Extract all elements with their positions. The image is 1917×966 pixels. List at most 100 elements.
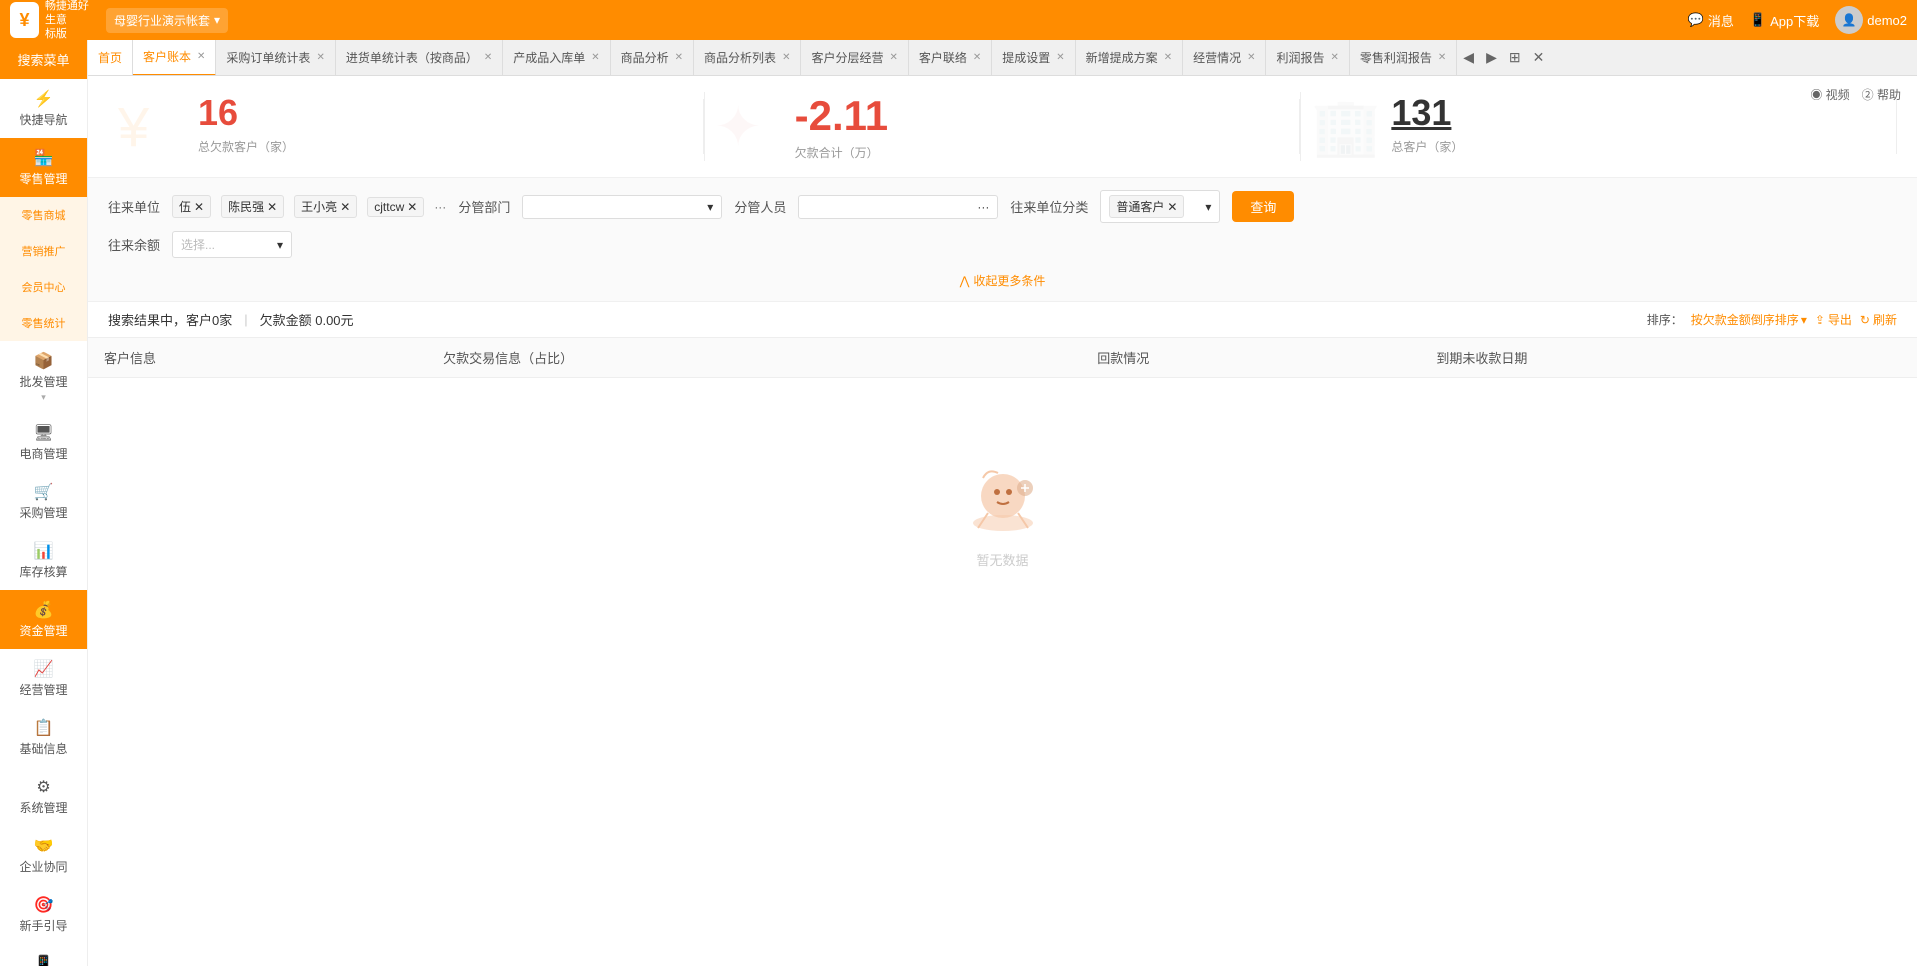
sidebar-item-app-center[interactable]: 📱 应用中心 <box>0 944 87 966</box>
tab-customer-layer-close[interactable]: ✕ <box>889 52 897 63</box>
refresh-icon: ↻ <box>1860 313 1870 327</box>
tab-profit-report[interactable]: 利润报告 ✕ <box>1266 40 1349 76</box>
sort-button[interactable]: 按欠款金额倒序排序 ▾ <box>1691 311 1807 328</box>
sidebar-item-finance[interactable]: 💰 资金管理 <box>0 590 87 649</box>
sidebar-sub-retail-stat[interactable]: 零售统计 <box>0 305 87 341</box>
tab-customer-layer[interactable]: 客户分层经营 ✕ <box>801 40 908 76</box>
tab-business-status-close[interactable]: ✕ <box>1247 52 1255 63</box>
tab-scroll-left[interactable]: ◀ <box>1457 40 1480 76</box>
tab-purchase-order-close[interactable]: ✕ <box>316 52 324 63</box>
tab-customer-contact-label: 客户联络 <box>919 49 967 66</box>
sidebar-search[interactable]: 搜索菜单 <box>0 40 87 79</box>
sidebar-sub-mall[interactable]: 零售商城 <box>0 197 87 233</box>
tab-purchase-order[interactable]: 采购订单统计表 ✕ <box>216 40 335 76</box>
sidebar-item-retail[interactable]: 🏪 零售管理 <box>0 138 87 197</box>
tag-wu[interactable]: 伍 ✕ <box>172 195 211 218</box>
person-selector[interactable]: ··· <box>798 195 998 219</box>
tab-customer-contact[interactable]: 客户联络 ✕ <box>909 40 992 76</box>
unit-class-selector[interactable]: 普通客户 ✕ ▾ <box>1100 190 1220 223</box>
tab-purchase-stat[interactable]: 进货单统计表（按商品） ✕ <box>336 40 503 76</box>
stat-total-customers[interactable]: ¥ 16 总欠款客户（家） <box>108 92 704 161</box>
tab-goods-analysis-close[interactable]: ✕ <box>675 52 683 63</box>
sidebar-item-inventory[interactable]: 📊 库存核算 <box>0 531 87 590</box>
message-btn[interactable]: 💬 消息 <box>1688 11 1734 30</box>
tab-home[interactable]: 首页 <box>88 40 133 76</box>
sidebar-item-ecommerce[interactable]: 🖥 电商管理 <box>0 413 87 472</box>
page-content: ¥ 16 总欠款客户（家） ✦ -2.11 欠款合计（万） 🏢 131 总客户（… <box>88 76 1917 966</box>
sidebar-item-quick-nav[interactable]: ⚡ 快捷导航 <box>0 79 87 138</box>
user-menu[interactable]: 👤 demo2 <box>1835 6 1907 34</box>
unit-class-tag-close[interactable]: ✕ <box>1167 200 1177 214</box>
unit-class-tag[interactable]: 普通客户 ✕ <box>1109 195 1184 218</box>
app-center-icon: 📱 <box>34 954 54 966</box>
tab-goods-analysis[interactable]: 商品分析 ✕ <box>611 40 694 76</box>
message-label: 消息 <box>1708 11 1734 30</box>
sidebar-item-management[interactable]: 📈 经营管理 <box>0 649 87 708</box>
stat-total-all[interactable]: 🏢 131 总客户（家） <box>1300 92 1897 161</box>
tag-chen[interactable]: 陈民强 ✕ <box>221 195 284 218</box>
quick-nav-label: 快捷导航 <box>19 111 67 128</box>
tag-wu-close[interactable]: ✕ <box>194 200 204 214</box>
tab-finished-goods-label: 产成品入库单 <box>513 49 585 66</box>
purchase-label: 采购管理 <box>19 504 67 521</box>
workspace-label: 母婴行业演示帐套 <box>114 12 210 29</box>
filter-more-units[interactable]: ··· <box>434 200 446 214</box>
tab-add-commission[interactable]: 新增提成方案 ✕ <box>1076 40 1183 76</box>
sidebar-item-newbie[interactable]: 🎯 新手引导 <box>0 885 87 944</box>
sidebar-sub-member[interactable]: 会员中心 <box>0 269 87 305</box>
video-link[interactable]: ◉ 视频 <box>1810 86 1849 103</box>
tab-customer-contact-close[interactable]: ✕ <box>973 52 981 63</box>
tab-finished-goods[interactable]: 产成品入库单 ✕ <box>503 40 610 76</box>
tab-customer-book[interactable]: 客户账本 ✕ <box>133 40 216 76</box>
tab-commission-setting-close[interactable]: ✕ <box>1056 52 1064 63</box>
tab-goods-list-close[interactable]: ✕ <box>782 52 790 63</box>
tab-purchase-stat-close[interactable]: ✕ <box>484 52 492 63</box>
finance-label: 资金管理 <box>19 622 67 639</box>
export-button[interactable]: ⇪ 导出 <box>1815 311 1852 328</box>
tag-wang-close[interactable]: ✕ <box>340 200 350 214</box>
tag-cjttcw-close[interactable]: ✕ <box>407 200 417 214</box>
stat-owe-total[interactable]: ✦ -2.11 欠款合计（万） <box>704 92 1301 161</box>
sidebar-item-collab[interactable]: 🤝 企业协同 <box>0 826 87 885</box>
sidebar-sub-marketing[interactable]: 营销推广 <box>0 233 87 269</box>
tab-retail-profit-label: 零售利润报告 <box>1360 49 1432 66</box>
app-download-btn[interactable]: 📱 App下载 <box>1750 11 1819 30</box>
download-icon: 📱 <box>1750 12 1766 28</box>
tag-cjttcw[interactable]: cjttcw ✕ <box>367 197 424 217</box>
tab-close-all[interactable]: ✕ <box>1527 40 1551 76</box>
tab-profit-report-close[interactable]: ✕ <box>1331 52 1339 63</box>
tab-retail-profit[interactable]: 零售利润报告 ✕ <box>1350 40 1457 76</box>
sidebar-item-basic-info[interactable]: 📋 基础信息 <box>0 708 87 767</box>
collapse-chevron-icon: ⋀ <box>960 274 970 288</box>
refresh-button[interactable]: ↻ 刷新 <box>1860 311 1897 328</box>
workspace-selector[interactable]: 母婴行业演示帐套 ▾ <box>106 8 228 33</box>
tab-customer-book-close[interactable]: ✕ <box>197 51 205 62</box>
tab-goods-list[interactable]: 商品分析列表 ✕ <box>694 40 801 76</box>
help-link[interactable]: ② 帮助 <box>1862 86 1901 103</box>
tab-retail-profit-close[interactable]: ✕ <box>1438 52 1446 63</box>
sidebar-item-purchase[interactable]: 🛒 采购管理 <box>0 472 87 531</box>
tab-profit-report-label: 利润报告 <box>1276 49 1324 66</box>
logo-area: ¥ 畅捷通好生意 标版 <box>10 0 98 41</box>
tag-chen-close[interactable]: ✕ <box>267 200 277 214</box>
sort-chevron-icon: ▾ <box>1801 313 1807 327</box>
tab-window-btn[interactable]: ⊞ <box>1503 40 1527 76</box>
sidebar-item-system[interactable]: ⚙ 系统管理 <box>0 767 87 826</box>
sidebar-item-wholesale[interactable]: 📦 批发管理 ▾ <box>0 341 87 413</box>
purchase-icon: 🛒 <box>34 482 54 502</box>
tab-scroll-right[interactable]: ▶ <box>1480 40 1503 76</box>
tab-business-status[interactable]: 经营情况 ✕ <box>1183 40 1266 76</box>
col-owe-info: 欠款交易信息（占比） <box>427 338 1081 378</box>
query-button[interactable]: 查询 <box>1232 191 1294 222</box>
tag-wang[interactable]: 王小亮 ✕ <box>294 195 357 218</box>
chevron-down-icon: ▾ <box>214 13 220 27</box>
retail-label: 零售管理 <box>19 170 67 187</box>
tab-commission-setting[interactable]: 提成设置 ✕ <box>992 40 1075 76</box>
dept-selector[interactable]: ▾ <box>522 195 722 219</box>
tab-add-commission-close[interactable]: ✕ <box>1164 52 1172 63</box>
collapse-button[interactable]: ⋀ 收起更多条件 <box>108 266 1897 289</box>
stats-row: ¥ 16 总欠款客户（家） ✦ -2.11 欠款合计（万） 🏢 131 总客户（… <box>88 76 1917 178</box>
tab-finished-goods-close[interactable]: ✕ <box>591 52 599 63</box>
username-label: demo2 <box>1867 13 1907 28</box>
remain-selector[interactable]: 选择... ▾ <box>172 231 292 258</box>
